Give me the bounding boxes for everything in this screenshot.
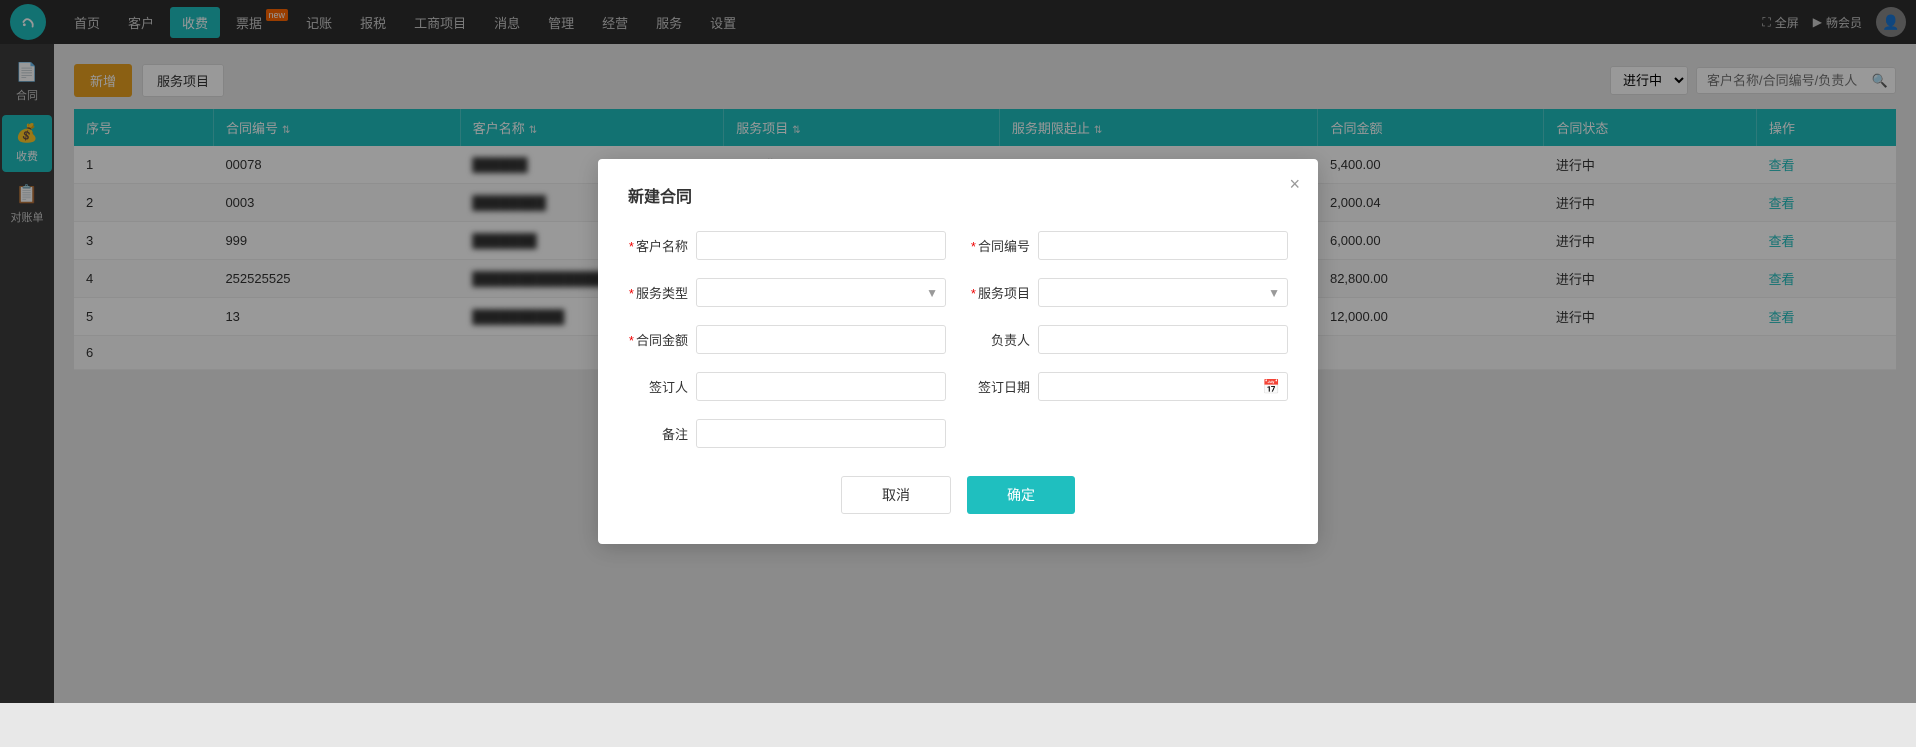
form-row-5: 备注 bbox=[628, 419, 1288, 448]
form-group-sign-date: 签订日期 2023-06-06 📅 bbox=[970, 372, 1288, 401]
form-row-2: *服务类型 ▼ *服务项目 ▼ bbox=[628, 278, 1288, 307]
form-group-remark: 备注 bbox=[628, 419, 946, 448]
form-group-amount: *合同金额 0.00 bbox=[628, 325, 946, 354]
required-star-stype: * bbox=[629, 286, 634, 301]
service-item-label: *服务项目 bbox=[970, 283, 1030, 302]
form-row-3: *合同金额 0.00 负责人 bbox=[628, 325, 1288, 354]
calendar-icon[interactable]: 📅 bbox=[1263, 378, 1280, 395]
form-row-1: *客户名称 *合同编号 bbox=[628, 231, 1288, 260]
required-star-sitem: * bbox=[971, 286, 976, 301]
service-type-select-wrap: ▼ bbox=[696, 278, 946, 307]
form-row-4: 签订人 签订日期 2023-06-06 📅 bbox=[628, 372, 1288, 401]
required-star-customer: * bbox=[629, 239, 634, 254]
amount-label: *合同金额 bbox=[628, 330, 688, 349]
sign-date-label: 签订日期 bbox=[970, 377, 1030, 396]
signer-input[interactable] bbox=[696, 372, 946, 401]
required-star-amount: * bbox=[629, 333, 634, 348]
contract-no-input[interactable] bbox=[1038, 231, 1288, 260]
modal-footer: 取消 确定 bbox=[628, 476, 1288, 514]
modal-title: 新建合同 bbox=[628, 183, 1288, 207]
new-contract-modal: × 新建合同 *客户名称 *合同编号 *服务类型 bbox=[598, 159, 1318, 544]
service-item-select[interactable] bbox=[1038, 278, 1288, 307]
cancel-button[interactable]: 取消 bbox=[841, 476, 951, 514]
form-group-contract-no: *合同编号 bbox=[970, 231, 1288, 260]
form-group-customer: *客户名称 bbox=[628, 231, 946, 260]
service-type-label: *服务类型 bbox=[628, 283, 688, 302]
remark-input[interactable] bbox=[696, 419, 946, 448]
modal-overlay[interactable]: × 新建合同 *客户名称 *合同编号 *服务类型 bbox=[0, 0, 1916, 703]
service-item-select-wrap: ▼ bbox=[1038, 278, 1288, 307]
contract-no-label: *合同编号 bbox=[970, 236, 1030, 255]
responsible-label: 负责人 bbox=[970, 330, 1030, 349]
required-star-contract: * bbox=[971, 239, 976, 254]
customer-name-label: *客户名称 bbox=[628, 236, 688, 255]
remark-spacer bbox=[970, 419, 1288, 448]
confirm-button[interactable]: 确定 bbox=[967, 476, 1075, 514]
form-group-signer: 签订人 bbox=[628, 372, 946, 401]
service-type-select[interactable] bbox=[696, 278, 946, 307]
form-group-responsible: 负责人 bbox=[970, 325, 1288, 354]
modal-close-button[interactable]: × bbox=[1289, 175, 1300, 193]
signer-label: 签订人 bbox=[628, 377, 688, 396]
sign-date-input[interactable]: 2023-06-06 bbox=[1038, 372, 1288, 401]
amount-input[interactable]: 0.00 bbox=[696, 325, 946, 354]
customer-name-input[interactable] bbox=[696, 231, 946, 260]
form-group-service-type: *服务类型 ▼ bbox=[628, 278, 946, 307]
remark-label: 备注 bbox=[628, 424, 688, 443]
form-group-service-item: *服务项目 ▼ bbox=[970, 278, 1288, 307]
responsible-input[interactable] bbox=[1038, 325, 1288, 354]
sign-date-wrap: 2023-06-06 📅 bbox=[1038, 372, 1288, 401]
